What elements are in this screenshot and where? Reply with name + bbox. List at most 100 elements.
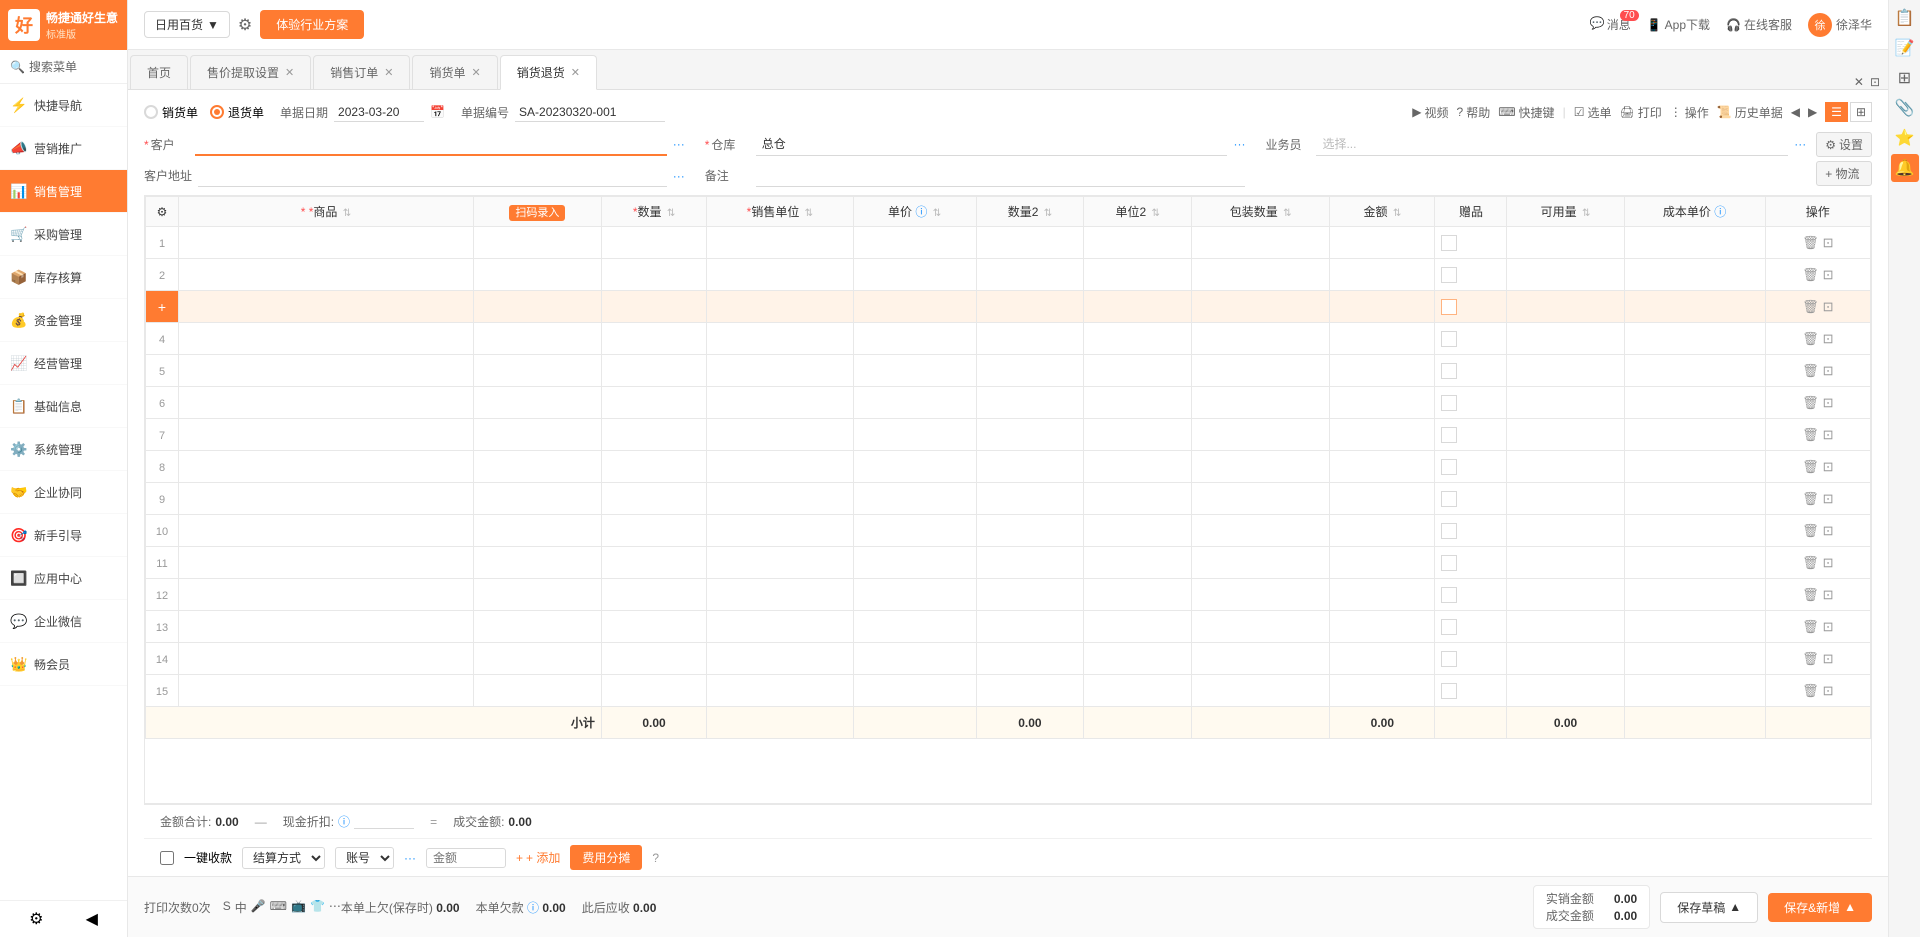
copy-row-btn[interactable]: ⊡ bbox=[1823, 363, 1834, 379]
gift-checkbox[interactable] bbox=[1441, 267, 1457, 283]
discount-info-icon[interactable]: ⓘ bbox=[338, 813, 350, 830]
pkg-cell[interactable] bbox=[1192, 227, 1330, 259]
product-input[interactable] bbox=[185, 236, 467, 250]
sidebar-item-wechat[interactable]: 💬 企业微信 bbox=[0, 600, 127, 643]
message-badge[interactable]: 💬 消息 70 bbox=[1590, 16, 1631, 33]
sidebar-item-search[interactable]: 🔍 搜索菜单 bbox=[0, 50, 127, 84]
gift-checkbox[interactable] bbox=[1441, 619, 1457, 635]
sidebar-item-system[interactable]: ⚙️ 系统管理 bbox=[0, 428, 127, 471]
active-product-cell[interactable] bbox=[179, 291, 474, 323]
toolbar-operate[interactable]: ⋮ 操作 bbox=[1670, 104, 1709, 121]
qty-sort-icon[interactable]: ⇅ bbox=[667, 208, 675, 219]
toolbar-help[interactable]: ? 帮助 bbox=[1457, 104, 1491, 121]
toolbar-history[interactable]: 📜 历史单据 bbox=[1717, 104, 1783, 121]
staff-select-btn[interactable]: ··· bbox=[1794, 137, 1806, 151]
collapse-icon[interactable]: ◀ bbox=[86, 909, 98, 929]
logistics-btn[interactable]: + 物流 bbox=[1816, 161, 1872, 186]
warehouse-select-btn[interactable]: ··· bbox=[1233, 137, 1245, 151]
tab-maximize-icon[interactable]: ✕ bbox=[1854, 75, 1864, 89]
split-btn[interactable]: 费用分摊 bbox=[570, 845, 642, 870]
tab-restore-icon[interactable]: ⊡ bbox=[1870, 75, 1880, 89]
copy-row-btn[interactable]: ⊡ bbox=[1823, 299, 1834, 315]
delete-row-btn[interactable]: 🗑 bbox=[1802, 555, 1819, 571]
radio-return[interactable]: 退货单 bbox=[210, 104, 264, 121]
unit2-sort-icon[interactable]: ⇅ bbox=[1151, 208, 1159, 219]
copy-row-btn[interactable]: ⊡ bbox=[1823, 331, 1834, 347]
rp-clipboard-btn[interactable]: 📋 bbox=[1891, 4, 1919, 32]
gift-checkbox[interactable] bbox=[1441, 459, 1457, 475]
delete-row-btn[interactable]: 🗑 bbox=[1802, 427, 1819, 443]
customer-select-btn[interactable]: ··· bbox=[673, 137, 685, 151]
calc-method-select[interactable]: 结算方式 bbox=[242, 847, 325, 869]
table-settings-icon[interactable]: ⚙ bbox=[157, 205, 168, 219]
view-list-btn[interactable]: ⊞ bbox=[1850, 102, 1872, 122]
tab-sales-return[interactable]: 销货退货 ✕ bbox=[500, 55, 597, 90]
customer-input[interactable] bbox=[195, 132, 667, 156]
copy-row-btn[interactable]: ⊡ bbox=[1823, 427, 1834, 443]
cost-info-icon[interactable]: ⓘ bbox=[1714, 205, 1726, 219]
tab-close-price-setting[interactable]: ✕ bbox=[285, 66, 294, 79]
gift-checkbox[interactable] bbox=[1441, 427, 1457, 443]
staff-input[interactable] bbox=[1316, 133, 1788, 156]
sidebar-item-purchase[interactable]: 🛒 采购管理 bbox=[0, 213, 127, 256]
delete-row-btn[interactable]: 🗑 bbox=[1802, 491, 1819, 507]
toolbar-print[interactable]: 🖨 打印 bbox=[1619, 104, 1661, 121]
delete-row-btn[interactable]: 🗑 bbox=[1802, 651, 1819, 667]
discount-input[interactable] bbox=[354, 814, 414, 829]
experience-btn[interactable]: 体验行业方案 bbox=[260, 10, 364, 39]
save-draft-btn[interactable]: 保存草稿 ▲ bbox=[1660, 892, 1758, 923]
amount-sort-icon[interactable]: ⇅ bbox=[1393, 208, 1401, 219]
doc-code-input[interactable] bbox=[515, 103, 665, 122]
calendar-icon[interactable]: 📅 bbox=[430, 105, 445, 119]
copy-row-btn[interactable]: ⊡ bbox=[1823, 459, 1834, 475]
sidebar-item-quick-nav[interactable]: ⚡ 快捷导航 bbox=[0, 84, 127, 127]
save-new-btn[interactable]: 保存&新增 ▲ bbox=[1768, 893, 1872, 922]
price-cell[interactable] bbox=[853, 227, 976, 259]
sidebar-item-apps[interactable]: 🔲 应用中心 bbox=[0, 557, 127, 600]
tab-price-setting[interactable]: 售价提取设置 ✕ bbox=[190, 55, 311, 89]
one-click-payment-checkbox[interactable] bbox=[160, 851, 174, 865]
copy-row-btn[interactable]: ⊡ bbox=[1823, 491, 1834, 507]
copy-row-btn[interactable]: ⊡ bbox=[1823, 395, 1834, 411]
add-row-btn[interactable]: + bbox=[152, 297, 172, 317]
online-service-link[interactable]: 🎧 在线客服 bbox=[1726, 16, 1792, 33]
toolbar-shortcut[interactable]: ⌨ 快捷键 bbox=[1498, 104, 1554, 121]
delete-row-btn[interactable]: 🗑 bbox=[1802, 235, 1819, 251]
split-help-icon[interactable]: ? bbox=[652, 851, 659, 865]
product-sort-icon[interactable]: ⇅ bbox=[343, 208, 351, 219]
account-select[interactable]: 账号 bbox=[335, 847, 394, 869]
sidebar-item-sales[interactable]: 📊 销售管理 bbox=[0, 170, 127, 213]
gift-checkbox[interactable] bbox=[1441, 395, 1457, 411]
amount-cell[interactable] bbox=[1330, 227, 1435, 259]
price-info-icon[interactable]: ⓘ bbox=[915, 205, 927, 219]
date-input[interactable] bbox=[334, 103, 424, 122]
tab-close-sales-order[interactable]: ✕ bbox=[384, 66, 393, 79]
rp-attach-btn[interactable]: 📎 bbox=[1891, 94, 1919, 122]
copy-row-btn[interactable]: ⊡ bbox=[1823, 235, 1834, 251]
th-settings[interactable]: ⚙ bbox=[146, 197, 179, 227]
industry-dropdown[interactable]: 日用百货 ▼ bbox=[144, 11, 230, 38]
scan-btn[interactable]: 扫码录入 bbox=[509, 205, 565, 221]
price-sort-icon[interactable]: ⇅ bbox=[933, 208, 941, 219]
qty-cell[interactable] bbox=[601, 227, 706, 259]
delete-row-btn[interactable]: 🗑 bbox=[1802, 299, 1819, 315]
settings-btn[interactable]: ⚙ 设置 bbox=[1816, 132, 1872, 157]
active-product-input[interactable] bbox=[185, 300, 467, 314]
copy-row-btn[interactable]: ⊡ bbox=[1823, 555, 1834, 571]
toolbar-video[interactable]: ▶ 视频 bbox=[1412, 104, 1448, 121]
radio-sales[interactable]: 销货单 bbox=[144, 104, 198, 121]
delete-row-btn[interactable]: 🗑 bbox=[1802, 395, 1819, 411]
app-download-link[interactable]: 📱 App下载 bbox=[1647, 16, 1710, 33]
delete-row-btn[interactable]: 🗑 bbox=[1802, 523, 1819, 539]
add-payment-btn[interactable]: + + 添加 bbox=[516, 849, 560, 866]
address-input[interactable] bbox=[198, 164, 667, 187]
gift-checkbox[interactable] bbox=[1441, 587, 1457, 603]
delete-row-btn[interactable]: 🗑 bbox=[1802, 587, 1819, 603]
delete-row-btn[interactable]: 🗑 bbox=[1802, 267, 1819, 283]
qty2-cell[interactable] bbox=[976, 227, 1084, 259]
gift-checkbox[interactable] bbox=[1441, 683, 1457, 699]
account-dots[interactable]: ··· bbox=[404, 851, 416, 865]
gift-checkbox[interactable] bbox=[1441, 235, 1457, 251]
nav-prev-icon[interactable]: ◀ bbox=[1791, 105, 1800, 119]
amount-input[interactable] bbox=[426, 848, 506, 868]
